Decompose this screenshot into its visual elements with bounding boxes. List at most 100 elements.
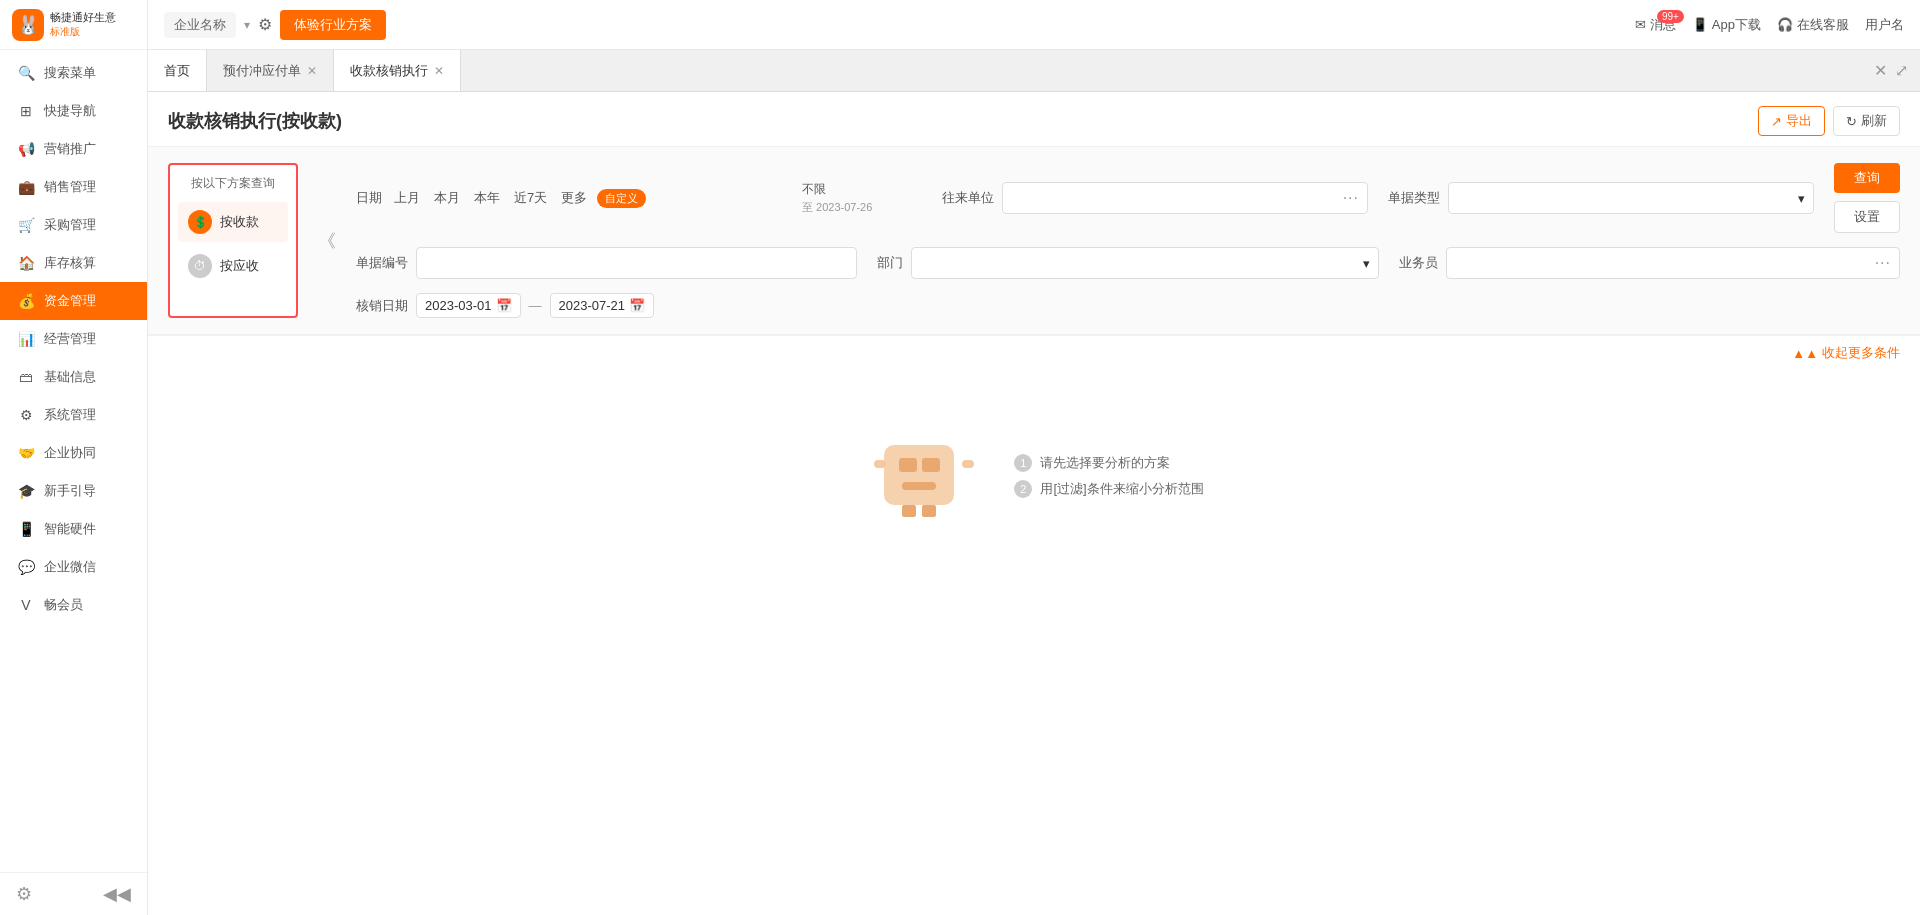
date-label: 日期 [356, 189, 382, 207]
app-download-button[interactable]: 📱 App下载 [1692, 16, 1761, 34]
query-button[interactable]: 查询 [1834, 163, 1900, 193]
filter-main: 日期 上月 本月 本年 近7天 更多 自定义 不限 至 2023-07-26 [356, 163, 1900, 318]
empty-text: 1 请先选择要分析的方案 2 用[过滤]条件来缩小分析范围 [1014, 454, 1203, 506]
date-tab-thismonth[interactable]: 本月 [430, 187, 464, 209]
purchase-icon: 🛒 [16, 217, 36, 233]
tab-prepay-close-icon[interactable]: ✕ [307, 64, 317, 78]
filter-option-by-receipt[interactable]: 💲 按收款 [178, 202, 288, 242]
filter-row-3: 核销日期 2023-03-01 📅 — 2023-07-21 📅 [356, 293, 1900, 318]
quicknav-icon: ⊞ [16, 103, 36, 119]
topbar-gear-icon[interactable]: ⚙ [258, 15, 272, 34]
service-button[interactable]: 🎧 在线客服 [1777, 16, 1849, 34]
sidebar-item-wechat[interactable]: 💬 企业微信 [0, 548, 147, 586]
svg-rect-0 [884, 445, 954, 505]
page-title: 收款核销执行(按收款) [168, 109, 342, 133]
tab-collection-close-icon[interactable]: ✕ [434, 64, 444, 78]
sidebar-item-search[interactable]: 🔍 搜索菜单 [0, 54, 147, 92]
counterpart-group: 往来单位 ··· [942, 182, 1368, 214]
filter-row-1: 日期 上月 本月 本年 近7天 更多 自定义 不限 至 2023-07-26 [356, 163, 1900, 233]
message-button[interactable]: ✉ 消息 99+ [1635, 16, 1676, 34]
logo-sub: 标准版 [50, 25, 116, 39]
collapse-sidebar-icon[interactable]: ◀◀ [103, 883, 131, 905]
empty-state-content: 1 请先选择要分析的方案 2 用[过滤]条件来缩小分析范围 [864, 430, 1203, 530]
brand-chevron-icon[interactable]: ▾ [244, 18, 250, 32]
docno-input[interactable] [416, 247, 857, 279]
system-icon: ⚙ [16, 407, 36, 423]
sidebar-item-quicknav[interactable]: ⊞ 快捷导航 [0, 92, 147, 130]
sidebar-item-basic[interactable]: 🗃 基础信息 [0, 358, 147, 396]
sidebar-item-collab[interactable]: 🤝 企业协同 [0, 434, 147, 472]
tab-collection[interactable]: 收款核销执行 ✕ [334, 50, 461, 91]
settings-gear-icon[interactable]: ⚙ [16, 883, 32, 905]
dept-select[interactable]: ▾ [911, 247, 1378, 279]
sidebar-item-marketing[interactable]: 📢 营销推广 [0, 130, 147, 168]
sidebar-item-label: 畅会员 [44, 596, 83, 614]
filter-sidebar: 按以下方案查询 💲 按收款 ⏱ 按应收 [168, 163, 298, 318]
empty-state: 1 请先选择要分析的方案 2 用[过滤]条件来缩小分析范围 [148, 370, 1920, 590]
dept-group: 部门 ▾ [877, 247, 1378, 279]
sidebar-item-finance[interactable]: 💰 资金管理 [0, 282, 147, 320]
sidebar-item-sales[interactable]: 💼 销售管理 [0, 168, 147, 206]
verify-date-end-picker[interactable]: 2023-07-21 📅 [550, 293, 655, 318]
svg-rect-2 [922, 458, 940, 472]
receivable-option-icon: ⏱ [188, 254, 212, 278]
date-tab-thisyear[interactable]: 本年 [470, 187, 504, 209]
topbar: 企业名称 ▾ ⚙ 体验行业方案 ✉ 消息 99+ 📱 App下载 🎧 在线客服 … [148, 0, 1920, 50]
sidebar-item-hardware[interactable]: 📱 智能硬件 [0, 510, 147, 548]
salesman-input[interactable] [1455, 256, 1875, 271]
sidebar-item-guide[interactable]: 🎓 新手引导 [0, 472, 147, 510]
sidebar-footer: ⚙ ◀◀ [0, 872, 147, 915]
solution-button[interactable]: 体验行业方案 [280, 10, 386, 40]
verify-date-start-value: 2023-03-01 [425, 298, 492, 313]
logo-icon: 🐰 [12, 9, 44, 41]
salesman-dots-icon[interactable]: ··· [1875, 254, 1891, 272]
message-badge: 99+ [1657, 10, 1684, 23]
brand-selector[interactable]: 企业名称 [164, 12, 236, 38]
tab-home[interactable]: 首页 [148, 50, 207, 91]
sidebar-item-label: 采购管理 [44, 216, 96, 234]
filter-collapse-button[interactable]: 《 [314, 163, 340, 318]
operation-icon: 📊 [16, 331, 36, 347]
date-tab-more[interactable]: 更多 [557, 187, 591, 209]
refresh-button[interactable]: ↻ 刷新 [1833, 106, 1900, 136]
salesman-group: 业务员 ··· [1399, 247, 1900, 279]
doctype-label: 单据类型 [1388, 189, 1440, 207]
close-tab-icon[interactable]: ✕ [1874, 61, 1887, 80]
filter-option-by-receivable[interactable]: ⏱ 按应收 [178, 246, 288, 286]
filter-sidebar-title: 按以下方案查询 [178, 175, 288, 192]
counterpart-input[interactable] [1011, 191, 1343, 206]
date-tab-7days[interactable]: 近7天 [510, 187, 551, 209]
svg-rect-1 [899, 458, 917, 472]
tab-prepay[interactable]: 预付冲应付单 ✕ [207, 50, 334, 91]
user-button[interactable]: 用户名 [1865, 16, 1904, 34]
counterpart-dots-icon[interactable]: ··· [1343, 189, 1359, 207]
maximize-icon[interactable]: ⤢ [1895, 61, 1908, 80]
mobile-icon: 📱 [1692, 17, 1708, 32]
empty-robot-svg [864, 430, 984, 530]
verify-date-start-picker[interactable]: 2023-03-01 📅 [416, 293, 521, 318]
service-icon: 🎧 [1777, 17, 1793, 32]
sidebar-item-member[interactable]: V 畅会员 [0, 586, 147, 624]
date-tab-lastmonth[interactable]: 上月 [390, 187, 424, 209]
inventory-icon: 🏠 [16, 255, 36, 271]
verify-date-end-calendar-icon: 📅 [629, 298, 645, 313]
sidebar-item-label: 资金管理 [44, 292, 96, 310]
verify-date-start-calendar-icon: 📅 [496, 298, 512, 313]
member-icon: V [16, 597, 36, 613]
collapse-more-button[interactable]: ▲▲ 收起更多条件 [148, 335, 1920, 370]
verify-date-group: 核销日期 2023-03-01 📅 — 2023-07-21 📅 [356, 293, 1900, 318]
date-nolimit: 不限 [802, 181, 922, 198]
doctype-select[interactable]: ▾ [1448, 182, 1814, 214]
sidebar-item-inventory[interactable]: 🏠 库存核算 [0, 244, 147, 282]
sidebar-nav: 🔍 搜索菜单 ⊞ 快捷导航 📢 营销推广 💼 销售管理 🛒 采购管理 🏠 库存核… [0, 50, 147, 872]
svg-rect-3 [902, 482, 936, 490]
export-icon: ↗ [1771, 114, 1782, 129]
sidebar-item-operation[interactable]: 📊 经营管理 [0, 320, 147, 358]
sidebar-item-purchase[interactable]: 🛒 采购管理 [0, 206, 147, 244]
settings-button[interactable]: 设置 [1834, 201, 1900, 233]
date-custom-tag[interactable]: 自定义 [597, 189, 646, 208]
export-button[interactable]: ↗ 导出 [1758, 106, 1825, 136]
sidebar-item-system[interactable]: ⚙ 系统管理 [0, 396, 147, 434]
tabbar-actions: ✕ ⤢ [1862, 50, 1920, 91]
tab-collection-label: 收款核销执行 [350, 62, 428, 80]
